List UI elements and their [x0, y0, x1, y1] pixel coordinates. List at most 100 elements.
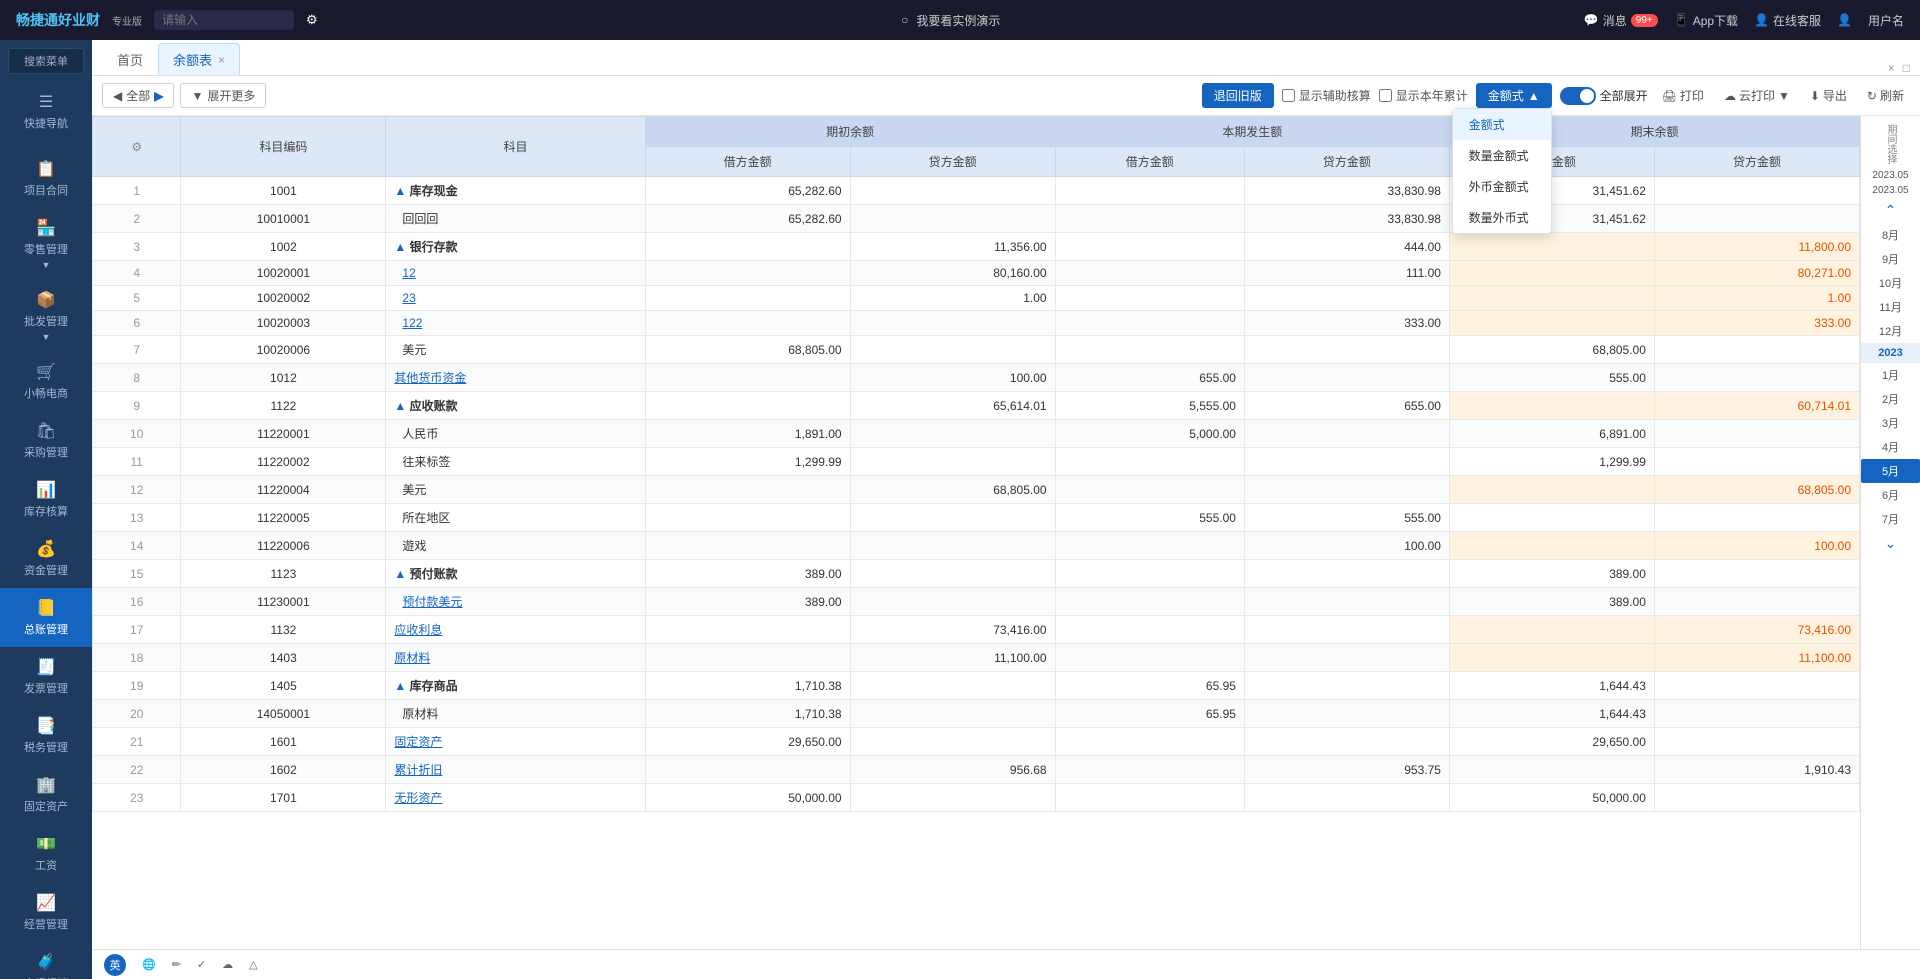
expand-all-toggle[interactable]: 全部展开: [1560, 87, 1648, 105]
sidebar-item-assets[interactable]: 🏢 固定资产: [0, 765, 92, 824]
show-auxiliary-check[interactable]: 显示辅助核算: [1282, 87, 1371, 104]
tab-balance[interactable]: 余额表 ×: [158, 43, 240, 75]
sidebar-search[interactable]: 搜索菜单: [8, 48, 84, 74]
toggle-switch[interactable]: [1560, 87, 1596, 105]
month-9[interactable]: 9月: [1861, 247, 1920, 271]
table-row: 1 1001 ▲ 库存现金 65,282.60 33,830.98 31,451…: [93, 177, 1860, 205]
print-btn[interactable]: 🖨 打印: [1656, 84, 1710, 107]
subject-link[interactable]: 原材料: [394, 651, 430, 665]
mode-option-qty-fx[interactable]: 数量外币式: [1453, 202, 1551, 233]
top-search-input[interactable]: [154, 10, 294, 30]
mode-option-fx-amount[interactable]: 外币金额式: [1453, 171, 1551, 202]
subject-link[interactable]: 预付款美元: [402, 595, 462, 609]
row-current-debit: [1055, 532, 1244, 560]
row-opening-credit: 80,160.00: [850, 261, 1055, 286]
sidebar-item-tax[interactable]: 📑 税务管理: [0, 706, 92, 765]
current-group-header: 本期发生额: [1055, 117, 1449, 147]
expand-icon[interactable]: ▲: [394, 184, 409, 198]
cloud-print-btn[interactable]: ☁ 云打印 ▼: [1718, 84, 1796, 107]
subject-link[interactable]: 累计折旧: [394, 763, 442, 777]
app-version: 专业版: [112, 13, 142, 28]
auxiliary-checkbox[interactable]: [1282, 89, 1295, 102]
sidebar-item-expense[interactable]: 🧳 小畅报销: [0, 942, 92, 979]
subject-link[interactable]: 122: [402, 316, 422, 330]
refresh-btn[interactable]: ↻ 刷新: [1861, 84, 1910, 107]
month-4[interactable]: 4月: [1861, 435, 1920, 459]
table-row: 22 1602 累计折旧 956.68 953.75 1,910.43: [93, 756, 1860, 784]
month-1[interactable]: 1月: [1861, 363, 1920, 387]
month-8[interactable]: 8月: [1861, 223, 1920, 247]
nav-icon: ☰: [39, 92, 53, 112]
status-lang-btn[interactable]: 英: [104, 954, 126, 976]
sidebar-item-invoice[interactable]: 🧾 发票管理: [0, 647, 92, 706]
row-opening-credit: [850, 448, 1055, 476]
user-avatar[interactable]: 👤: [1837, 13, 1852, 27]
subject-link[interactable]: 23: [402, 291, 415, 305]
row-num: 1: [93, 177, 181, 205]
return-old-btn[interactable]: 退回旧版: [1202, 83, 1274, 108]
export-btn[interactable]: ⬇ 导出: [1804, 84, 1853, 107]
row-current-credit: 655.00: [1244, 392, 1449, 420]
month-3[interactable]: 3月: [1861, 411, 1920, 435]
month-11[interactable]: 11月: [1861, 295, 1920, 319]
mode-dropdown-btn[interactable]: 金额式 ▲: [1476, 83, 1552, 108]
expand-more-btn[interactable]: ▼ 展开更多: [180, 83, 266, 108]
sidebar-item-wholesale[interactable]: 📦 批发管理 ▼: [0, 280, 92, 352]
subject-link[interactable]: 固定资产: [394, 735, 442, 749]
row-current-debit: 655.00: [1055, 364, 1244, 392]
period-down-icon[interactable]: ⌄: [1881, 531, 1901, 556]
settings-col-header[interactable]: ⚙: [93, 117, 181, 177]
tab-home[interactable]: 首页: [102, 43, 158, 75]
sidebar-item-finance[interactable]: 💰 资金管理: [0, 529, 92, 588]
row-opening-debit: 65,282.60: [645, 205, 850, 233]
row-current-debit: [1055, 560, 1244, 588]
sidebar-item-ecommerce[interactable]: 🛒 小畅电商: [0, 352, 92, 411]
messages-btn[interactable]: 💬 消息 99+: [1584, 12, 1658, 29]
subject-link[interactable]: 无形资产: [394, 791, 442, 805]
mode-option-qty-amount[interactable]: 数量金额式: [1453, 140, 1551, 171]
sidebar-item-operations[interactable]: 📈 经营管理: [0, 883, 92, 942]
sidebar-item-project[interactable]: 📋 项目合同: [0, 149, 92, 208]
sidebar-item-ledger[interactable]: 📒 总账管理: [0, 588, 92, 647]
yearly-checkbox[interactable]: [1379, 89, 1392, 102]
show-yearly-check[interactable]: 显示本年累计: [1379, 87, 1468, 104]
status-icon-3: ✓: [197, 958, 206, 971]
expand-icon[interactable]: ▲: [394, 399, 409, 413]
table-row: 23 1701 无形资产 50,000.00 50,000.00: [93, 784, 1860, 812]
sidebar-item-inventory[interactable]: 📊 库存核算: [0, 470, 92, 529]
expand-icon[interactable]: ▲: [394, 679, 409, 693]
subject-link[interactable]: 其他货币资金: [394, 371, 466, 385]
app-logo: 畅捷通好业财: [16, 10, 100, 30]
month-6[interactable]: 6月: [1861, 483, 1920, 507]
service-btn[interactable]: 👤 在线客服: [1754, 12, 1821, 29]
row-code: 1122: [181, 392, 386, 420]
month-7[interactable]: 7月: [1861, 507, 1920, 531]
breadcrumb-all-btn[interactable]: ◀ 全部 ▶: [102, 83, 174, 108]
sidebar-item-purchase[interactable]: 🛍 采购管理: [0, 411, 92, 470]
month-5[interactable]: 5月: [1861, 459, 1920, 483]
download-btn[interactable]: 📱 App下载: [1674, 12, 1738, 29]
month-10[interactable]: 10月: [1861, 271, 1920, 295]
expand-icon[interactable]: ▲: [394, 567, 409, 581]
month-2[interactable]: 2月: [1861, 387, 1920, 411]
demo-label[interactable]: 我要看实例演示: [916, 12, 1000, 29]
sidebar-item-quick-nav[interactable]: ☰ 快捷导航: [0, 82, 92, 141]
expand-icon[interactable]: ▲: [394, 240, 409, 254]
sidebar-item-retail[interactable]: 🏪 零售管理 ▼: [0, 208, 92, 280]
table-row: 12 11220004 美元 68,805.00 68,805.00: [93, 476, 1860, 504]
window-close-icon[interactable]: ×: [1888, 61, 1895, 75]
period-up-icon[interactable]: ⌃: [1881, 198, 1901, 223]
mode-option-amount[interactable]: 金额式: [1453, 109, 1551, 140]
table-row: 13 11220005 所在地区 555.00 555.00: [93, 504, 1860, 532]
row-current-credit: 33,830.98: [1244, 177, 1449, 205]
sidebar-item-payroll[interactable]: 💵 工资: [0, 824, 92, 883]
period-title: 期间选择: [1879, 120, 1902, 168]
year-2023[interactable]: 2023: [1861, 343, 1920, 363]
month-12[interactable]: 12月: [1861, 319, 1920, 343]
tab-close-icon[interactable]: ×: [218, 53, 225, 67]
subject-link[interactable]: 12: [402, 266, 415, 280]
window-max-icon[interactable]: □: [1903, 61, 1910, 75]
row-current-debit: [1055, 261, 1244, 286]
settings-icon[interactable]: ⚙: [306, 12, 318, 28]
subject-link[interactable]: 应收利息: [394, 623, 442, 637]
